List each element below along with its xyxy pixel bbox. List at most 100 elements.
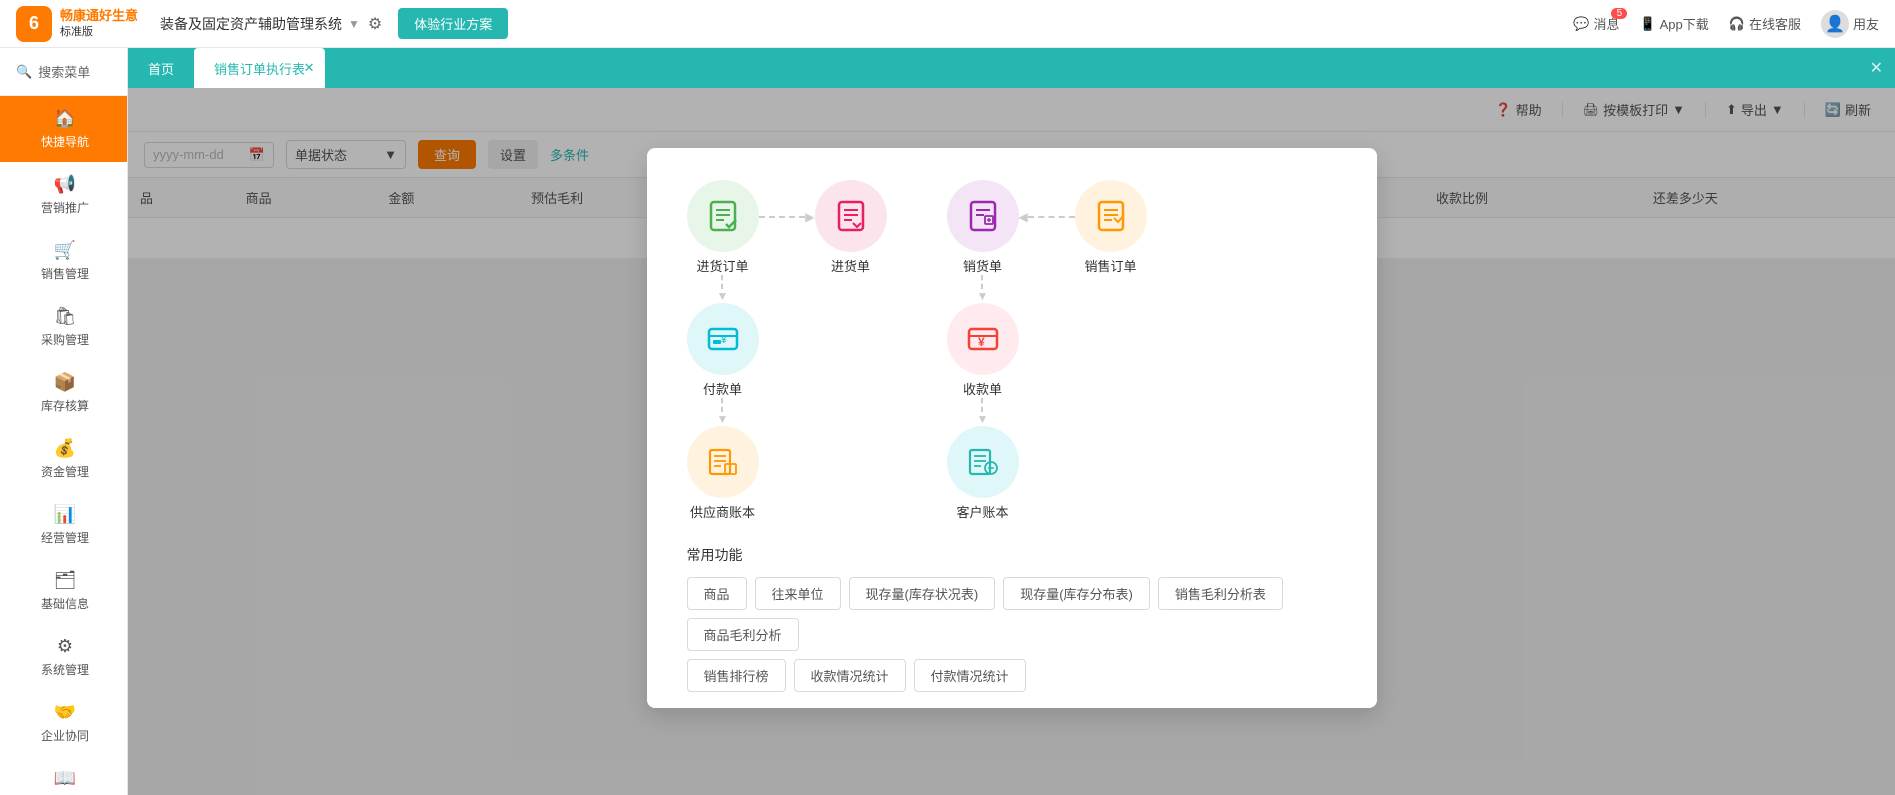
search-icon: 🔍 bbox=[16, 64, 32, 80]
content-area: 首页 销售订单执行表 ✕ ✕ ❓ 帮助 bbox=[128, 48, 1895, 795]
flow-col-third: 销货单 ▼ ¥ bbox=[947, 180, 1019, 521]
modal: 进货订单 ▼ ¥ bbox=[647, 148, 1377, 708]
logo-text: 畅康通好生意 标准版 bbox=[60, 8, 138, 39]
home-icon: 🏠 bbox=[54, 108, 76, 129]
flow-diagram: 进货订单 ▼ ¥ bbox=[687, 180, 1337, 521]
tab-home[interactable]: 首页 bbox=[128, 48, 194, 88]
enterprise-icon: 🤝 bbox=[54, 702, 76, 723]
app-download-btn[interactable]: 📱 App下载 bbox=[1639, 14, 1708, 33]
svg-text:¥: ¥ bbox=[978, 335, 985, 349]
common-funcs: 常用功能 商品 往来单位 现存量(库存状况表) 现存量(库存分布表) 销售毛利分… bbox=[687, 545, 1337, 692]
receipt-icon: ¥ bbox=[947, 303, 1019, 375]
func-btn-5[interactable]: 商品毛利分析 bbox=[687, 618, 799, 651]
flow-node-customer[interactable] bbox=[947, 426, 1019, 498]
sidebar-item-home[interactable]: 🏠 快捷导航 bbox=[0, 96, 127, 162]
v-arrow-2: ▼ bbox=[717, 398, 729, 426]
sidebar-search-btn[interactable]: 🔍 搜索菜单 bbox=[8, 58, 119, 85]
logo-area: 6 畅康通好生意 标准版 bbox=[16, 6, 144, 42]
func-btn-7[interactable]: 收款情况统计 bbox=[794, 659, 906, 692]
sales-slip-label: 销货单 bbox=[963, 256, 1002, 275]
customer-icon bbox=[947, 426, 1019, 498]
flow-col-second: 进货单 bbox=[815, 180, 887, 275]
message-badge: 5 bbox=[1611, 8, 1627, 19]
settings-icon[interactable]: ⚙ bbox=[368, 14, 382, 34]
sidebar-item-newbie[interactable]: 📖 新手引导 bbox=[0, 756, 127, 795]
operations-icon: 📊 bbox=[54, 504, 76, 525]
sidebar-item-basic[interactable]: 🗂 基础信息 bbox=[0, 558, 127, 624]
func-btn-6[interactable]: 销售排行榜 bbox=[687, 659, 786, 692]
finance-icon: 💰 bbox=[54, 438, 76, 459]
v-arrow-1: ▼ bbox=[717, 275, 729, 303]
tab-sales-order[interactable]: 销售订单执行表 ✕ bbox=[194, 48, 325, 88]
sidebar-item-enterprise[interactable]: 🤝 企业协同 bbox=[0, 690, 127, 756]
message-btn[interactable]: 💬 消息 5 bbox=[1573, 14, 1619, 33]
user-menu[interactable]: 👤 用友 bbox=[1821, 10, 1879, 38]
tab-bar-right: ✕ bbox=[1870, 58, 1895, 78]
message-icon: 💬 bbox=[1573, 16, 1589, 32]
basic-icon: 🗂 bbox=[54, 570, 77, 591]
func-btn-4[interactable]: 销售毛利分析表 bbox=[1158, 577, 1283, 610]
sidebar-item-sales[interactable]: 🛒 销售管理 bbox=[0, 228, 127, 294]
purchase-slip-icon bbox=[815, 180, 887, 252]
func-btn-1[interactable]: 往来单位 bbox=[755, 577, 841, 610]
purchase-order-icon bbox=[687, 180, 759, 252]
sidebar-item-marketing[interactable]: 📢 营销推广 bbox=[0, 162, 127, 228]
func-btn-8[interactable]: 付款情况统计 bbox=[914, 659, 1026, 692]
tab-bar: 首页 销售订单执行表 ✕ ✕ bbox=[128, 48, 1895, 88]
flow-col-fourth: 销售订单 bbox=[1075, 180, 1147, 275]
system-icon: ⚙ bbox=[57, 636, 73, 657]
trial-btn[interactable]: 体验行业方案 bbox=[398, 8, 508, 39]
flow-node-purchase-slip[interactable] bbox=[815, 180, 887, 252]
supplier-label: 供应商账本 bbox=[690, 502, 755, 521]
modal-overlay[interactable]: 进货订单 ▼ ¥ bbox=[128, 88, 1895, 795]
v-arrow-4: ▼ bbox=[977, 398, 989, 426]
marketing-icon: 📢 bbox=[54, 174, 76, 195]
purchase-order-label: 进货订单 bbox=[696, 256, 748, 275]
func-btn-3[interactable]: 现存量(库存分布表) bbox=[1003, 577, 1150, 610]
system-dropdown-arrow[interactable]: ▼ bbox=[348, 17, 360, 31]
headset-icon: 🎧 bbox=[1729, 16, 1745, 32]
flow-node-supplier[interactable] bbox=[687, 426, 759, 498]
sidebar-item-purchase[interactable]: 🛍 采购管理 bbox=[0, 294, 127, 360]
receipt-label: 收款单 bbox=[963, 379, 1002, 398]
top-right: 💬 消息 5 📱 App下载 🎧 在线客服 👤 用友 bbox=[1573, 10, 1879, 38]
flow-node-sales-order[interactable] bbox=[1075, 180, 1147, 252]
system-name: 装备及固定资产辅助管理系统 ▼ bbox=[160, 14, 360, 34]
func-btn-0[interactable]: 商品 bbox=[687, 577, 747, 610]
sidebar-item-finance[interactable]: 💰 资金管理 bbox=[0, 426, 127, 492]
top-bar: 6 畅康通好生意 标准版 装备及固定资产辅助管理系统 ▼ ⚙ 体验行业方案 💬 … bbox=[0, 0, 1895, 48]
sidebar-item-operations[interactable]: 📊 经营管理 bbox=[0, 492, 127, 558]
supplier-icon bbox=[687, 426, 759, 498]
svg-text:¥: ¥ bbox=[720, 335, 727, 346]
flow-node-receipt[interactable]: ¥ bbox=[947, 303, 1019, 375]
func-btn-2[interactable]: 现存量(库存状况表) bbox=[849, 577, 996, 610]
tab-close-btn[interactable]: ✕ bbox=[301, 60, 317, 76]
close-all-tabs-btn[interactable]: ✕ bbox=[1870, 60, 1883, 77]
sales-order-icon bbox=[1075, 180, 1147, 252]
h-arrow-2: ◀ bbox=[1019, 180, 1075, 224]
flow-col-left: 进货订单 ▼ ¥ bbox=[687, 180, 759, 521]
sidebar-item-system[interactable]: ⚙ 系统管理 bbox=[0, 624, 127, 690]
payment-label: 付款单 bbox=[703, 379, 742, 398]
online-service-btn[interactable]: 🎧 在线客服 bbox=[1729, 14, 1801, 33]
h-arrow-1: ▶ bbox=[759, 180, 815, 224]
inventory-icon: 📦 bbox=[54, 372, 76, 393]
flow-node-payment[interactable]: ¥ bbox=[687, 303, 759, 375]
sales-slip-icon bbox=[947, 180, 1019, 252]
mobile-icon: 📱 bbox=[1639, 16, 1655, 32]
newbie-icon: 📖 bbox=[54, 768, 76, 789]
flow-node-purchase-order[interactable] bbox=[687, 180, 759, 252]
user-avatar: 👤 bbox=[1821, 10, 1849, 38]
common-funcs-title: 常用功能 bbox=[687, 545, 1337, 565]
flow-node-sales-slip[interactable] bbox=[947, 180, 1019, 252]
sidebar-item-inventory[interactable]: 📦 库存核算 bbox=[0, 360, 127, 426]
sidebar-search-area: 🔍 搜索菜单 bbox=[0, 48, 127, 96]
func-buttons-row-2: 销售排行榜 收款情况统计 付款情况统计 bbox=[687, 659, 1337, 692]
payment-icon: ¥ bbox=[687, 303, 759, 375]
purchase-slip-label: 进货单 bbox=[831, 256, 870, 275]
sidebar-nav: 🏠 快捷导航 📢 营销推广 🛒 销售管理 🛍 采购管理 📦 库存核 bbox=[0, 96, 127, 795]
modal-content: 进货订单 ▼ ¥ bbox=[647, 148, 1377, 708]
logo-icon: 6 bbox=[16, 6, 52, 42]
sales-order-label: 销售订单 bbox=[1084, 256, 1136, 275]
app-wrapper: 6 畅康通好生意 标准版 装备及固定资产辅助管理系统 ▼ ⚙ 体验行业方案 💬 … bbox=[0, 0, 1895, 795]
